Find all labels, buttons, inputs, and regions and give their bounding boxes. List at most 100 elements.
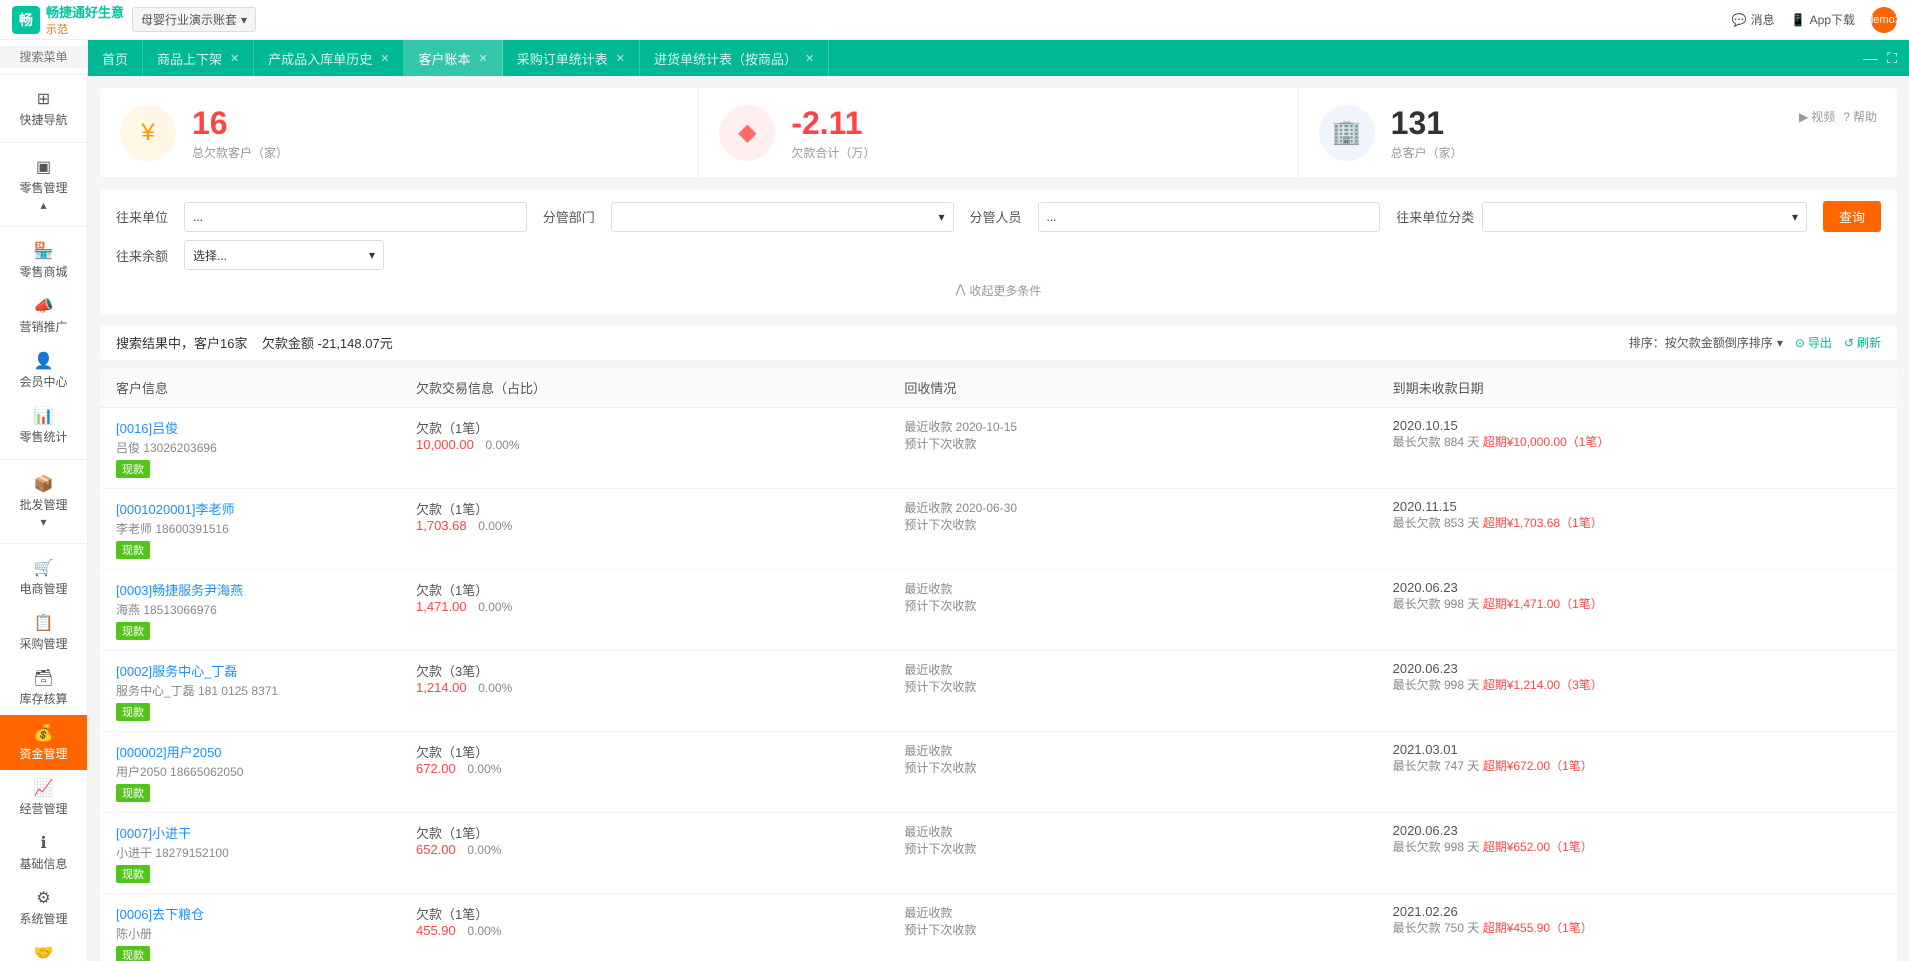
filter-select-dept[interactable]: ▾ (611, 202, 954, 232)
overdue-date-2: 2020.06.23 (1393, 580, 1881, 595)
debt-label-4: 欠款（1笔） (416, 742, 904, 761)
debt-amount-1[interactable]: 1,703.68 (416, 518, 467, 533)
stat-icon-debt: ¥ (120, 105, 176, 161)
help-button[interactable]: ? 帮助 (1843, 108, 1877, 125)
recovery-info-0: 最近收款 2020-10-15 预计下次收款 (904, 418, 1392, 478)
search-button[interactable]: 查询 (1823, 201, 1881, 232)
content-area: 首页 商品上下架 ✕ 产成品入库单历史 ✕ 客户账本 ✕ 采购订单统计表 ✕ 进… (88, 40, 1909, 961)
overdue-link-2[interactable]: 超期¥1,471.00（1笔） (1483, 597, 1603, 611)
customer-info-1: [0001020001]李老师 李老师 18600391516 现款 (116, 499, 416, 559)
sidebar-item-ops[interactable]: 📈 经营管理 (0, 770, 87, 825)
sidebar-item-sys[interactable]: ⚙ 系统管理 (0, 880, 87, 935)
overdue-link-1[interactable]: 超期¥1,703.68（1笔） (1483, 516, 1603, 530)
overdue-link-3[interactable]: 超期¥1,214.00（3笔） (1483, 678, 1603, 692)
debt-percent-5: 0.00% (467, 843, 501, 857)
app-download-button[interactable]: 📱 App下载 (1791, 11, 1855, 28)
debt-percent-6: 0.00% (467, 924, 501, 938)
ops-icon: 📈 (34, 778, 54, 798)
customer-name-5[interactable]: [0007]小进干 (116, 823, 416, 842)
stat-label-debt: 总欠款客户（家） (192, 144, 288, 161)
tab-customer-account[interactable]: 客户账本 ✕ (404, 40, 502, 76)
tab-product-shelf[interactable]: 商品上下架 ✕ (143, 40, 254, 76)
user-menu[interactable]: demo2 (1871, 7, 1897, 33)
tab-close-import-stat[interactable]: ✕ (805, 52, 814, 65)
tab-home[interactable]: 首页 (88, 40, 143, 76)
customer-name-6[interactable]: [0006]去下粮仓 (116, 904, 416, 923)
customer-contact-1: 李老师 18600391516 (116, 520, 416, 537)
message-button[interactable]: 💬 消息 (1732, 11, 1775, 28)
tab-purchase-order[interactable]: 采购订单统计表 ✕ (503, 40, 640, 76)
sidebar-item-batch-mgmt[interactable]: 📦 批发管理 ▾ (0, 466, 87, 537)
filter-select-category[interactable]: ▾ (1482, 202, 1807, 232)
table-row: [0001020001]李老师 李老师 18600391516 现款 欠款（1笔… (100, 489, 1897, 570)
filter-row-2: 往来余额 选择... ▾ (116, 240, 1881, 270)
sidebar-item-basic[interactable]: ℹ 基础信息 (0, 825, 87, 880)
stat-value-total-debt: -2.11 (791, 104, 875, 142)
tab-import-stat[interactable]: 进货单统计表（按商品） ✕ (640, 40, 829, 76)
filter-select-balance[interactable]: 选择... ▾ (184, 240, 384, 270)
debt-label-1: 欠款（1笔） (416, 499, 904, 518)
filter-input-unit[interactable]: ... (184, 202, 527, 232)
sidebar-item-purchase[interactable]: 📋 采购管理 (0, 605, 87, 660)
sidebar-item-stock[interactable]: 🗃 库存核算 (0, 660, 87, 715)
sidebar-item-retail-stat[interactable]: 📊 零售统计 (0, 398, 87, 453)
recovery-info-3: 最近收款 预计下次收款 (904, 661, 1392, 721)
customer-name-0[interactable]: [0016]吕俊 (116, 418, 416, 437)
export-button[interactable]: ⊙ 导出 (1795, 334, 1832, 351)
customer-tag-2: 现款 (116, 622, 150, 640)
filter-item-category: 往来单位分类 ▾ (1396, 202, 1807, 232)
debt-amount-0[interactable]: 10,000.00 (416, 437, 474, 452)
customer-name-4[interactable]: [000002]用户2050 (116, 742, 416, 761)
sidebar-item-marketing[interactable]: 📣 营销推广 (0, 288, 87, 343)
debt-info-5: 欠款（1笔） 652.00 0.00% (416, 823, 904, 883)
customer-contact-6: 陈小册 (116, 925, 416, 942)
data-table: 客户信息 欠款交易信息（占比） 回收情况 到期未收款日期 [0016]吕俊 吕俊… (100, 368, 1897, 961)
tab-close-production-history[interactable]: ✕ (380, 52, 389, 65)
debt-amount-5[interactable]: 652.00 (416, 842, 456, 857)
tab-close-customer-account[interactable]: ✕ (479, 52, 488, 65)
tab-close-product-shelf[interactable]: ✕ (230, 52, 239, 65)
customer-name-1[interactable]: [0001020001]李老师 (116, 499, 416, 518)
tab-close-purchase-order[interactable]: ✕ (616, 52, 625, 65)
customer-tag-6: 现款 (116, 946, 150, 961)
debt-label-6: 欠款（1笔） (416, 904, 904, 923)
sidebar-item-enterprise[interactable]: 🤝 企业协同 (0, 935, 87, 961)
customer-name-2[interactable]: [0003]畅捷服务尹海燕 (116, 580, 416, 599)
overdue-link-6[interactable]: 超期¥455.90（1笔） (1483, 921, 1593, 935)
overdue-info-4: 2021.03.01 最长欠款 747 天 超期¥672.00（1笔） (1393, 742, 1881, 802)
recovery-info-1: 最近收款 2020-06-30 预计下次收款 (904, 499, 1392, 559)
filter-input-person[interactable]: ... (1038, 202, 1381, 232)
overdue-info-0: 2020.10.15 最长欠款 884 天 超期¥10,000.00（1笔） (1393, 418, 1881, 478)
customer-name-3[interactable]: [0002]服务中心_丁磊 (116, 661, 416, 680)
marketing-icon: 📣 (34, 296, 54, 316)
sort-selector[interactable]: 排序：按欠款金额倒序排序 ▾ (1629, 334, 1783, 351)
collapse-row[interactable]: ⋀ 收起更多条件 (116, 278, 1881, 303)
debt-amount-3[interactable]: 1,214.00 (416, 680, 467, 695)
retail-icon: ▣ (36, 157, 51, 177)
overdue-date-5: 2020.06.23 (1393, 823, 1881, 838)
stat-card-actions: ▶ 视频 ? 帮助 (1799, 104, 1877, 125)
debt-amount-2[interactable]: 1,471.00 (416, 599, 467, 614)
table-body: [0016]吕俊 吕俊 13026203696 现款 欠款（1笔） 10,000… (100, 408, 1897, 961)
overdue-link-5[interactable]: 超期¥652.00（1笔） (1483, 840, 1593, 854)
sidebar-item-member[interactable]: 👤 会员中心 (0, 343, 87, 398)
overdue-link-4[interactable]: 超期¥672.00（1笔） (1483, 759, 1593, 773)
refresh-button[interactable]: ↺ 刷新 (1844, 334, 1881, 351)
search-input[interactable] (0, 46, 87, 68)
stat-icon-total-debt: ◆ (719, 105, 775, 161)
video-button[interactable]: ▶ 视频 (1799, 108, 1835, 125)
tab-fullscreen-button[interactable]: ⛶ (1883, 48, 1901, 69)
store-selector[interactable]: 母婴行业演示账套 ▾ (132, 7, 256, 32)
customer-contact-0: 吕俊 13026203696 (116, 439, 416, 456)
overdue-link-0[interactable]: 超期¥10,000.00（1笔） (1483, 435, 1610, 449)
sidebar-item-capital[interactable]: 💰 资金管理 (0, 715, 87, 770)
debt-amount-6[interactable]: 455.90 (416, 923, 456, 938)
tab-collapse-button[interactable]: — (1859, 48, 1881, 68)
debt-amount-4[interactable]: 672.00 (416, 761, 456, 776)
sidebar-item-retail-mgmt[interactable]: ▣ 零售管理 ▴ (0, 149, 87, 220)
sidebar-item-ecom[interactable]: 🛒 电商管理 (0, 550, 87, 605)
sidebar-item-nav[interactable]: ⊞ 快捷导航 (0, 81, 87, 136)
tab-production-history[interactable]: 产成品入库单历史 ✕ (254, 40, 404, 76)
stat-value-debt: 16 (192, 104, 288, 142)
sidebar-item-retail-mall[interactable]: 🏪 零售商城 (0, 233, 87, 288)
